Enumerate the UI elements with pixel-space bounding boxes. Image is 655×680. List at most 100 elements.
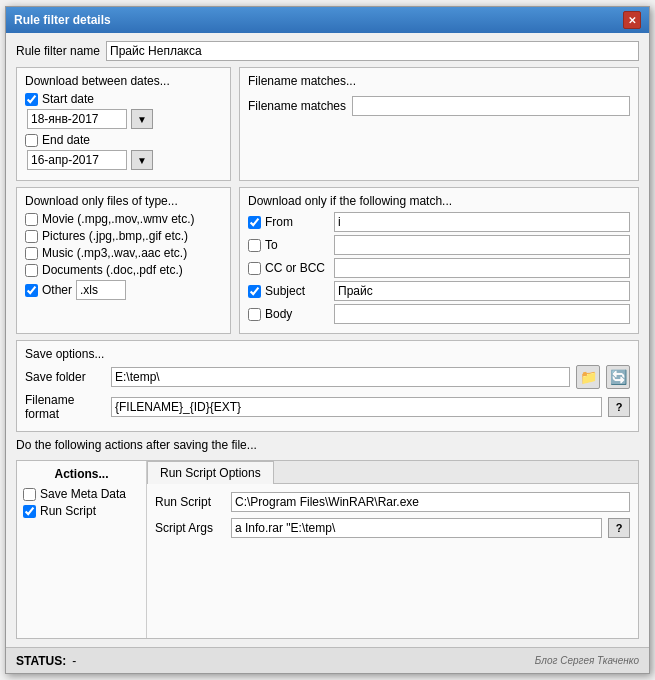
match-subject-checkbox[interactable]: [248, 285, 261, 298]
end-date-field-row: ▼: [25, 150, 222, 170]
actions-section: Actions... Save Meta Data Run Script Run…: [16, 460, 639, 639]
action-save-meta-row: Save Meta Data: [23, 487, 140, 501]
end-date-input[interactable]: [27, 150, 127, 170]
match-from-checkbox[interactable]: [248, 216, 261, 229]
start-date-row: Start date: [25, 92, 222, 106]
filetype-music-checkbox[interactable]: [25, 247, 38, 260]
actions-header: Actions...: [23, 467, 140, 481]
filetype-title: Download only files of type...: [25, 194, 222, 208]
save-format-row: Filename format ?: [25, 393, 630, 421]
start-date-input[interactable]: [27, 109, 127, 129]
save-format-label: Filename format: [25, 393, 105, 421]
script-args-label: Script Args: [155, 521, 225, 535]
filetype-pictures-checkbox[interactable]: [25, 230, 38, 243]
start-date-field-row: ▼: [25, 109, 222, 129]
end-date-picker-btn[interactable]: ▼: [131, 150, 153, 170]
filetype-movie-label: Movie (.mpg,.mov,.wmv etc.): [42, 212, 194, 226]
filename-section: Filename matches... Filename matches: [239, 67, 639, 181]
match-to-checkbox[interactable]: [248, 239, 261, 252]
script-args-row: Script Args ?: [155, 518, 630, 538]
dialog-title: Rule filter details: [14, 13, 111, 27]
dates-section: Download between dates... Start date ▼ E…: [16, 67, 231, 181]
middle-sections: Download only files of type... Movie (.m…: [16, 187, 639, 334]
actions-list: Actions... Save Meta Data Run Script: [17, 461, 147, 638]
filename-match-label: Filename matches: [248, 99, 346, 113]
filetype-other-checkbox[interactable]: [25, 284, 38, 297]
filetype-pictures-row: Pictures (.jpg,.bmp,.gif etc.): [25, 229, 222, 243]
filetype-pictures-label: Pictures (.jpg,.bmp,.gif etc.): [42, 229, 188, 243]
run-script-row: Run Script: [155, 492, 630, 512]
filetype-other-label: Other: [42, 283, 72, 297]
filetype-movie-row: Movie (.mpg,.mov,.wmv etc.): [25, 212, 222, 226]
save-title: Save options...: [25, 347, 630, 361]
match-subject-row: Subject: [248, 281, 630, 301]
match-from-input[interactable]: [334, 212, 630, 232]
match-subject-label: Subject: [265, 284, 330, 298]
filetype-other-input[interactable]: [76, 280, 126, 300]
match-from-label: From: [265, 215, 330, 229]
start-date-checkbox[interactable]: [25, 93, 38, 106]
do-following-label: Do the following actions after saving th…: [16, 438, 639, 452]
rule-name-input[interactable]: [106, 41, 639, 61]
filetype-docs-checkbox[interactable]: [25, 264, 38, 277]
end-date-row: End date: [25, 133, 222, 147]
save-section: Save options... Save folder 📁 🔄 Filename…: [16, 340, 639, 432]
top-sections: Download between dates... Start date ▼ E…: [16, 67, 639, 181]
filename-match-row: Filename matches: [248, 96, 630, 116]
filename-title: Filename matches...: [248, 74, 630, 88]
match-from-row: From: [248, 212, 630, 232]
rule-name-label: Rule filter name: [16, 44, 100, 58]
match-body-input[interactable]: [334, 304, 630, 324]
close-button[interactable]: ✕: [623, 11, 641, 29]
start-date-label: Start date: [42, 92, 94, 106]
status-area: STATUS: -: [16, 654, 76, 668]
folder-browse-button[interactable]: 📁: [576, 365, 600, 389]
script-args-input[interactable]: [231, 518, 602, 538]
match-cc-input[interactable]: [334, 258, 630, 278]
match-subject-input[interactable]: [334, 281, 630, 301]
status-label: STATUS:: [16, 654, 66, 668]
match-to-label: To: [265, 238, 330, 252]
match-cc-checkbox[interactable]: [248, 262, 261, 275]
action-run-script-label: Run Script: [40, 504, 96, 518]
save-folder-label: Save folder: [25, 370, 105, 384]
rule-name-row: Rule filter name: [16, 41, 639, 61]
refresh-button[interactable]: 🔄: [606, 365, 630, 389]
end-date-checkbox[interactable]: [25, 134, 38, 147]
format-help-button[interactable]: ?: [608, 397, 630, 417]
save-format-input[interactable]: [111, 397, 602, 417]
match-section: Download only if the following match... …: [239, 187, 639, 334]
tab-bar: Run Script Options: [147, 461, 638, 484]
match-to-input[interactable]: [334, 235, 630, 255]
filename-match-input[interactable]: [352, 96, 630, 116]
script-help-button[interactable]: ?: [608, 518, 630, 538]
filetype-docs-row: Documents (.doc,.pdf etc.): [25, 263, 222, 277]
action-save-meta-label: Save Meta Data: [40, 487, 126, 501]
filetype-music-row: Music (.mp3,.wav,.aac etc.): [25, 246, 222, 260]
watermark-text: Блог Сергея Ткаченко: [535, 655, 639, 666]
run-script-input[interactable]: [231, 492, 630, 512]
match-cc-row: CC or BCC: [248, 258, 630, 278]
filetype-music-label: Music (.mp3,.wav,.aac etc.): [42, 246, 187, 260]
save-folder-input[interactable]: [111, 367, 570, 387]
filetype-other-row: Other: [25, 280, 222, 300]
filetype-movie-checkbox[interactable]: [25, 213, 38, 226]
match-body-label: Body: [265, 307, 330, 321]
tab-panel: Run Script Options Run Script Script Arg…: [147, 461, 638, 638]
status-value: -: [72, 654, 76, 668]
tab-content: Run Script Script Args ?: [147, 484, 638, 638]
run-script-tab[interactable]: Run Script Options: [147, 461, 274, 484]
run-script-label: Run Script: [155, 495, 225, 509]
action-save-meta-checkbox[interactable]: [23, 488, 36, 501]
status-bar: STATUS: - Блог Сергея Ткаченко: [6, 647, 649, 673]
match-body-checkbox[interactable]: [248, 308, 261, 321]
match-cc-label: CC or BCC: [265, 261, 330, 275]
match-body-row: Body: [248, 304, 630, 324]
match-title: Download only if the following match...: [248, 194, 630, 208]
action-run-script-row: Run Script: [23, 504, 140, 518]
actions-inner: Actions... Save Meta Data Run Script Run…: [17, 461, 638, 638]
match-to-row: To: [248, 235, 630, 255]
end-date-label: End date: [42, 133, 90, 147]
start-date-picker-btn[interactable]: ▼: [131, 109, 153, 129]
action-run-script-checkbox[interactable]: [23, 505, 36, 518]
